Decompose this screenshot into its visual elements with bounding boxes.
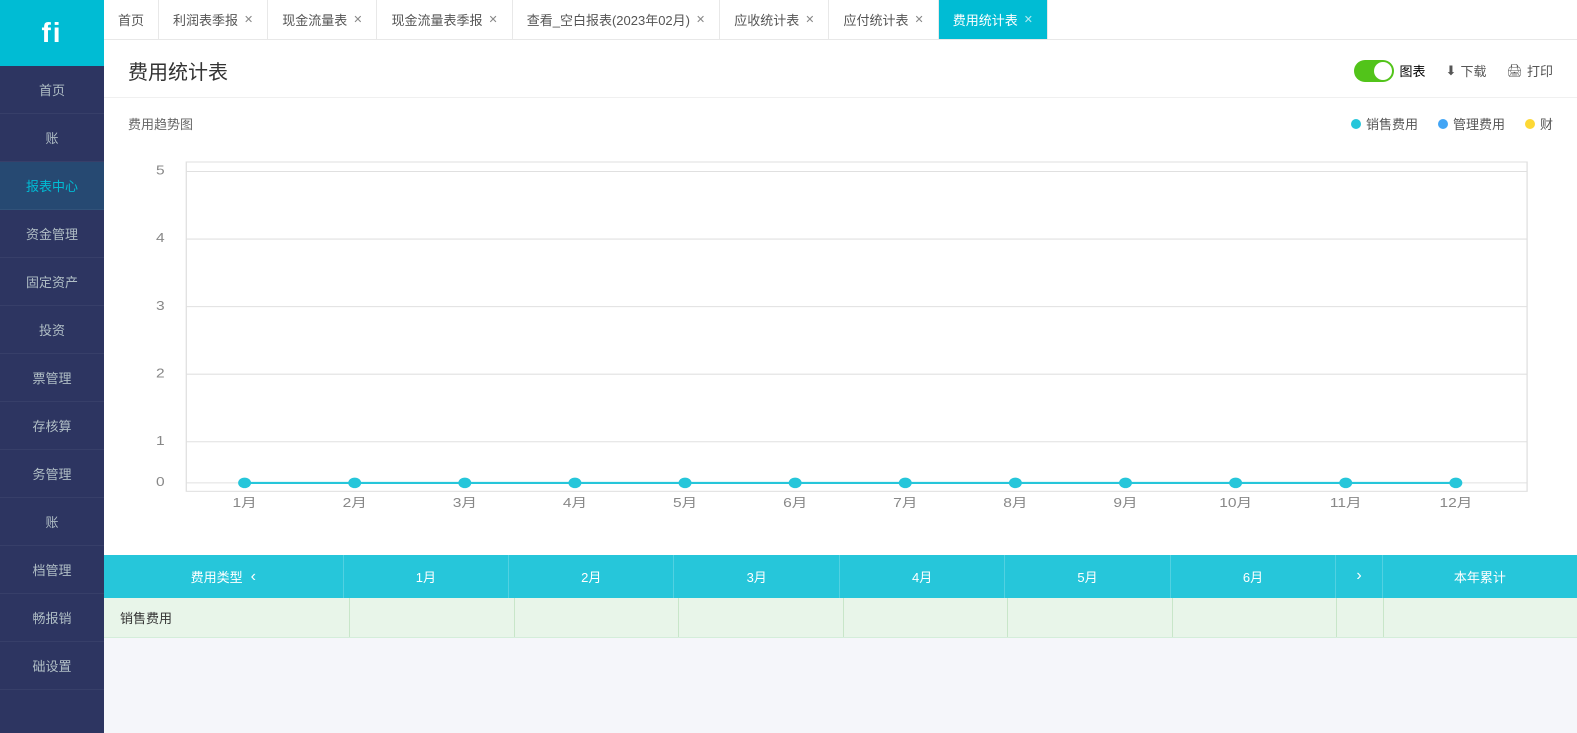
svg-text:3月: 3月: [453, 496, 477, 510]
table-header-m2: 2月: [509, 555, 674, 598]
close-profit-quarterly[interactable]: ✕: [244, 13, 253, 26]
svg-text:11月: 11月: [1330, 496, 1362, 510]
legend-admin: 管理费用: [1438, 114, 1505, 133]
tab-receivable[interactable]: 应收统计表 ✕: [720, 0, 829, 39]
header-actions: 图表 ⬇ 下载 🖨 打印: [1354, 60, 1553, 82]
content-area: 费用统计表 图表 ⬇ 下载 🖨 打印: [104, 40, 1577, 733]
chart-legend: 销售费用 管理费用 财: [1351, 114, 1553, 133]
close-payable[interactable]: ✕: [914, 13, 923, 26]
svg-text:6月: 6月: [783, 496, 807, 510]
main-area: 首页 利润表季报 ✕ 现金流量表 ✕ 现金流量表季报 ✕ 查看_空白报表(202…: [104, 0, 1577, 733]
sidebar-item-report-center[interactable]: 报表中心: [0, 162, 104, 210]
svg-text:4: 4: [156, 232, 165, 246]
close-receivable[interactable]: ✕: [805, 13, 814, 26]
tab-bar: 首页 利润表季报 ✕ 现金流量表 ✕ 现金流量表季报 ✕ 查看_空白报表(202…: [104, 0, 1577, 40]
next-months-arrow-cell: ›: [1336, 555, 1383, 598]
legend-label-sales: 销售费用: [1366, 114, 1418, 133]
tab-profit-quarterly[interactable]: 利润表季报 ✕: [159, 0, 268, 39]
page-title: 费用统计表: [128, 56, 228, 85]
print-button[interactable]: 🖨 打印: [1506, 61, 1553, 80]
tab-expense-stats[interactable]: 费用统计表 ✕: [939, 0, 1048, 39]
svg-text:9月: 9月: [1113, 496, 1137, 510]
svg-text:1月: 1月: [233, 496, 257, 510]
tab-blank-report[interactable]: 查看_空白报表(2023年02月) ✕: [513, 0, 721, 39]
table-cell-m2: [515, 598, 680, 637]
sidebar-logo: fi: [0, 0, 104, 66]
sidebar-item-payroll[interactable]: 账: [0, 498, 104, 546]
legend-label-finance: 财: [1540, 114, 1553, 133]
download-icon: ⬇: [1446, 63, 1457, 79]
chart-svg: 5 4 3 2 1 0: [128, 143, 1553, 523]
legend-dot-admin: [1438, 119, 1448, 129]
page-wrapper: 费用统计表 图表 ⬇ 下载 🖨 打印: [104, 40, 1577, 638]
sidebar-item-archive[interactable]: 档管理: [0, 546, 104, 594]
table-header-m1: 1月: [344, 555, 509, 598]
download-button[interactable]: ⬇ 下载: [1446, 61, 1487, 80]
prev-months-arrow[interactable]: ‹: [251, 568, 256, 586]
chart-toggle-wrap: 图表: [1354, 60, 1426, 82]
chart-toggle-label: 图表: [1400, 61, 1426, 80]
table-cell-type: 销售费用: [104, 598, 350, 637]
legend-dot-sales: [1351, 119, 1361, 129]
sidebar-item-fund-management[interactable]: 资金管理: [0, 210, 104, 258]
svg-text:8月: 8月: [1003, 496, 1027, 510]
svg-text:2月: 2月: [343, 496, 367, 510]
tab-cashflow-quarterly[interactable]: 现金流量表季报 ✕: [377, 0, 512, 39]
svg-text:4月: 4月: [563, 496, 587, 510]
table-cell-m1: [350, 598, 515, 637]
svg-text:0: 0: [156, 475, 165, 489]
svg-text:5: 5: [156, 164, 165, 178]
table-header-m4: 4月: [840, 555, 1005, 598]
chart-title: 费用趋势图: [128, 114, 193, 133]
table-header-m5: 5月: [1005, 555, 1170, 598]
table-row: 销售费用: [104, 598, 1577, 638]
chart-toggle[interactable]: [1354, 60, 1394, 82]
table-header-row: 费用类型 ‹ 1月 2月 3月 4月 5月 6月 › 本年累计: [104, 555, 1577, 598]
sidebar-item-invoice[interactable]: 票管理: [0, 354, 104, 402]
svg-text:3: 3: [156, 299, 165, 313]
table-cell-m3: [679, 598, 844, 637]
svg-text:7月: 7月: [893, 496, 917, 510]
table-header-ytd: 本年累计: [1383, 555, 1577, 598]
legend-finance: 财: [1525, 114, 1553, 133]
tab-payable[interactable]: 应付统计表 ✕: [829, 0, 938, 39]
legend-dot-finance: [1525, 119, 1535, 129]
table-header-type: 费用类型 ‹: [104, 555, 344, 598]
table-cell-m5: [1008, 598, 1173, 637]
table-header-m3: 3月: [674, 555, 839, 598]
sidebar-item-inventory[interactable]: 存核算: [0, 402, 104, 450]
table-header-m6: 6月: [1171, 555, 1336, 598]
sidebar-item-fixed-assets[interactable]: 固定资产: [0, 258, 104, 306]
sidebar-item-expense-reimburse[interactable]: 畅报销: [0, 594, 104, 642]
print-icon: 🖨: [1506, 63, 1523, 79]
table-section: 费用类型 ‹ 1月 2月 3月 4月 5月 6月 › 本年累计: [104, 555, 1577, 638]
close-cashflow[interactable]: ✕: [353, 13, 362, 26]
sidebar: fi 首页 账 报表中心 资金管理 固定资产 投资 票管理 存核算 务管理 账 …: [0, 0, 104, 733]
chart-section: 费用趋势图 销售费用 管理费用 财: [104, 98, 1577, 547]
svg-text:2: 2: [156, 367, 165, 381]
sidebar-item-service[interactable]: 务管理: [0, 450, 104, 498]
chart-container: 5 4 3 2 1 0: [128, 143, 1553, 523]
legend-label-admin: 管理费用: [1453, 114, 1505, 133]
close-blank-report[interactable]: ✕: [696, 13, 705, 26]
sidebar-item-investment[interactable]: 投资: [0, 306, 104, 354]
sidebar-item-account[interactable]: 账: [0, 114, 104, 162]
sidebar-item-home[interactable]: 首页: [0, 66, 104, 114]
legend-sales: 销售费用: [1351, 114, 1418, 133]
next-months-arrow[interactable]: ›: [1356, 567, 1361, 584]
svg-text:10月: 10月: [1219, 496, 1252, 510]
table-cell-m4: [844, 598, 1009, 637]
tab-cashflow[interactable]: 现金流量表 ✕: [268, 0, 377, 39]
close-cashflow-quarterly[interactable]: ✕: [489, 13, 498, 26]
page-header: 费用统计表 图表 ⬇ 下载 🖨 打印: [104, 40, 1577, 98]
sidebar-item-basic-settings[interactable]: 础设置: [0, 642, 104, 690]
tab-home[interactable]: 首页: [104, 0, 159, 39]
svg-text:1: 1: [156, 434, 165, 448]
svg-text:12月: 12月: [1439, 496, 1472, 510]
table-cell-m6: [1173, 598, 1338, 637]
svg-text:5月: 5月: [673, 496, 697, 510]
table-cell-ytd: [1384, 598, 1577, 637]
close-expense-stats[interactable]: ✕: [1024, 13, 1033, 26]
table-cell-arrow-spacer: [1337, 598, 1384, 637]
